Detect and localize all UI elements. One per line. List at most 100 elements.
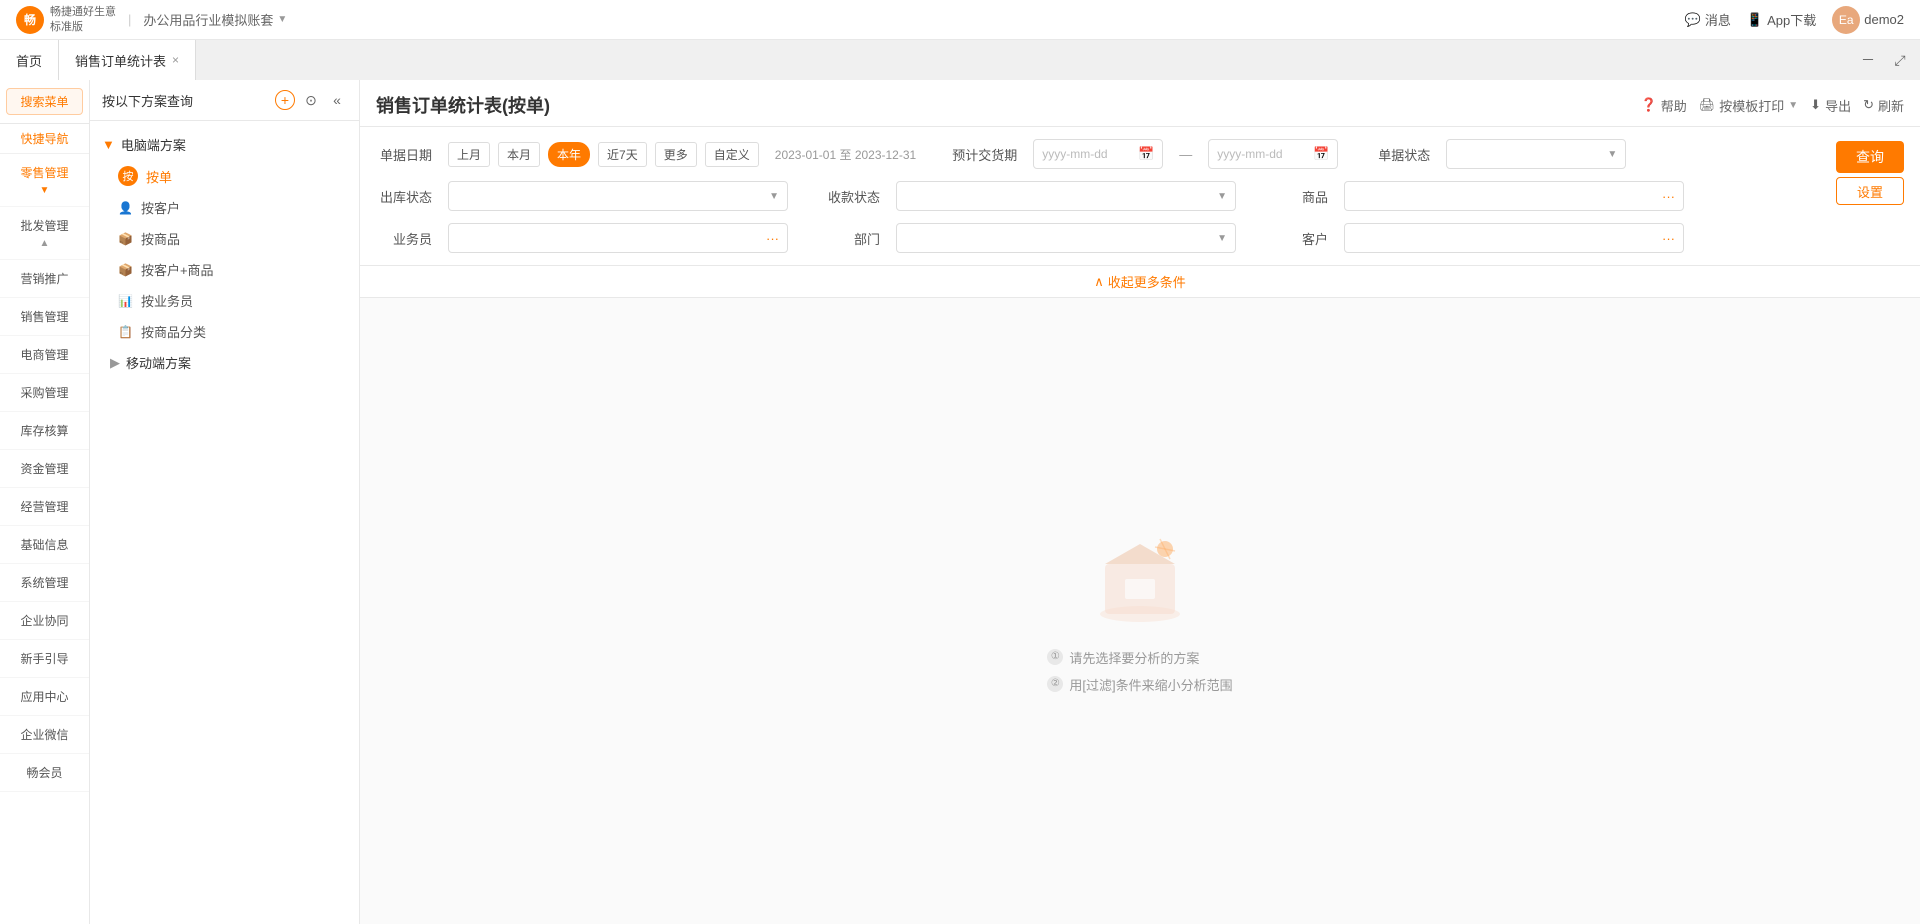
biz-label: 业务员 (376, 229, 432, 248)
sidebar-guide-label: 新手引导 (20, 650, 68, 667)
sidebar-item-finance[interactable]: 资金管理 (0, 450, 89, 488)
tree-group-mobile-header[interactable]: ▶ 移动端方案 (90, 347, 359, 378)
schema-settings-button[interactable]: ⊙ (301, 90, 321, 110)
tab-expand-button[interactable]: ⤢ (1888, 48, 1912, 72)
goods-label: 商品 (1272, 187, 1328, 206)
sidebar-item-ecommerce[interactable]: 电商管理 (0, 336, 89, 374)
sidebar-item-system[interactable]: 系统管理 (0, 564, 89, 602)
breadcrumb-area[interactable]: 办公用品行业模拟账套 ▼ (143, 10, 287, 29)
sidebar-marketing-label: 营销推广 (20, 270, 68, 287)
right-content: 销售订单统计表(按单) ❓ 帮助 🖨 按模板打印 ▼ ⬇ 导出 ↻ 刷新 (360, 80, 1920, 924)
date-from-input[interactable]: yyyy-mm-dd 📅 (1033, 139, 1163, 169)
empty-hint-1: ① 请先选择要分析的方案 (1047, 648, 1232, 667)
sidebar-item-inventory[interactable]: 库存核算 (0, 412, 89, 450)
collect-status-label: 收款状态 (824, 187, 880, 206)
bill-status-arrow: ▼ (1607, 149, 1617, 160)
help-button[interactable]: ❓ 帮助 (1641, 96, 1687, 115)
empty-svg (1080, 529, 1200, 629)
tree-item-by-customer-label: 按客户 (141, 198, 180, 217)
empty-hint-2: ② 用[过滤]条件来缩小分析范围 (1047, 675, 1232, 694)
cust-input[interactable]: ··· (1344, 223, 1684, 253)
sidebar-search-area: 搜索菜单 (0, 80, 89, 124)
tab-sales-order-label: 销售订单统计表 (75, 51, 166, 70)
left-panel-collapse-button[interactable]: « (327, 90, 347, 110)
empty-area: ① 请先选择要分析的方案 ② 用[过滤]条件来缩小分析范围 (360, 298, 1920, 924)
sidebar-item-member[interactable]: 畅会员 (0, 754, 89, 792)
refresh-button[interactable]: ↻ 刷新 (1863, 96, 1904, 115)
date-btn-last-month[interactable]: 上月 (448, 142, 490, 167)
hint-num-2: ② (1047, 676, 1063, 692)
template-print-button[interactable]: 🖨 按模板打印 ▼ (1699, 96, 1798, 115)
sidebar-system-label: 系统管理 (20, 574, 68, 591)
goods-ellipsis[interactable]: ··· (1662, 189, 1675, 204)
sidebar-item-guide[interactable]: 新手引导 (0, 640, 89, 678)
sidebar-item-enterprise[interactable]: 企业协同 (0, 602, 89, 640)
out-status-label: 出库状态 (376, 187, 432, 206)
top-bar-left: 畅 畅捷通好生意 标准版 | 办公用品行业模拟账套 ▼ (16, 5, 287, 34)
customer-goods-icon: 📦 (118, 263, 133, 277)
date-btn-this-year[interactable]: 本年 (548, 142, 590, 167)
goods-input[interactable]: ··· (1344, 181, 1684, 211)
sidebar-quick-nav[interactable]: 快捷导航 (0, 124, 89, 154)
tree-item-active-badge: 按 (118, 166, 138, 186)
collect-status-select[interactable]: ▼ (896, 181, 1236, 211)
query-button[interactable]: 查询 (1836, 141, 1904, 173)
tree-item-by-salesman[interactable]: 📊 按业务员 (90, 285, 359, 316)
tab-close-icon[interactable]: × (172, 53, 179, 67)
biz-input[interactable]: ··· (448, 223, 788, 253)
sidebar-ecommerce-label: 电商管理 (20, 346, 68, 363)
sidebar-enterprise-label: 企业协同 (20, 612, 68, 629)
bill-status-select[interactable]: ▼ (1446, 139, 1626, 169)
sidebar-item-app-center[interactable]: 应用中心 (0, 678, 89, 716)
dept-select[interactable]: ▼ (896, 223, 1236, 253)
breadcrumb-arrow-icon[interactable]: ▼ (277, 14, 287, 25)
tree-group-mobile-label: 移动端方案 (126, 353, 191, 372)
tree-item-by-goods-label: 按商品 (141, 229, 180, 248)
sidebar-item-marketing[interactable]: 营销推广 (0, 260, 89, 298)
tree-group-pc-label: 电脑端方案 (121, 135, 186, 154)
tab-sales-order[interactable]: 销售订单统计表 × (59, 40, 196, 80)
sidebar-item-wechat[interactable]: 企业微信 (0, 716, 89, 754)
sidebar-item-basic-info[interactable]: 基础信息 (0, 526, 89, 564)
sidebar-item-purchase[interactable]: 采购管理 (0, 374, 89, 412)
out-status-select[interactable]: ▼ (448, 181, 788, 211)
add-schema-button[interactable]: + (275, 90, 295, 110)
main-layout: 搜索菜单 快捷导航 零售管理 ▼ 批发管理 ▲ 营销推广 销售管理 电商管理 采… (0, 80, 1920, 924)
tab-home[interactable]: 首页 (0, 40, 59, 80)
date-btn-more[interactable]: 更多 (655, 142, 697, 167)
message-button[interactable]: 💬 消息 (1685, 10, 1731, 29)
sidebar-app-center-label: 应用中心 (20, 688, 68, 705)
cust-ellipsis[interactable]: ··· (1662, 231, 1675, 246)
user-menu[interactable]: Ea demo2 (1832, 6, 1904, 34)
tree-item-by-category[interactable]: 📋 按商品分类 (90, 316, 359, 347)
date-btn-7days[interactable]: 近7天 (598, 142, 647, 167)
sidebar-item-sales[interactable]: 销售管理 (0, 298, 89, 336)
sidebar-retail-arrow: ▼ (40, 185, 50, 196)
sidebar-basic-info-label: 基础信息 (20, 536, 68, 553)
date-to-input[interactable]: yyyy-mm-dd 📅 (1208, 139, 1338, 169)
tree-group-pc-header[interactable]: ▼ 电脑端方案 (90, 129, 359, 160)
top-bar: 畅 畅捷通好生意 标准版 | 办公用品行业模拟账套 ▼ 💬 消息 📱 App下载… (0, 0, 1920, 40)
sidebar-search-button[interactable]: 搜索菜单 (6, 88, 83, 115)
query-buttons: 查询 设置 (1836, 141, 1904, 205)
sidebar-item-wholesale[interactable]: 批发管理 ▲ (0, 207, 89, 260)
export-button[interactable]: ⬇ 导出 (1810, 96, 1851, 115)
tree-item-by-customer-goods-label: 按客户+商品 (141, 260, 214, 279)
tree-item-by-order[interactable]: 按 按单 (90, 160, 359, 192)
settings-button[interactable]: 设置 (1836, 177, 1904, 205)
tree-item-by-customer[interactable]: 👤 按客户 (90, 192, 359, 223)
tab-minimize-button[interactable]: － (1856, 48, 1880, 72)
date-btn-custom[interactable]: 自定义 (705, 142, 759, 167)
sidebar-item-operations[interactable]: 经营管理 (0, 488, 89, 526)
date-btn-this-month[interactable]: 本月 (498, 142, 540, 167)
tree-item-by-customer-goods[interactable]: 📦 按客户+商品 (90, 254, 359, 285)
tree-group-pc-arrow: ▼ (102, 137, 115, 152)
avatar: Ea (1832, 6, 1860, 34)
sidebar-wholesale-arrow: ▲ (40, 238, 50, 249)
sidebar-item-retail[interactable]: 零售管理 ▼ (0, 154, 89, 207)
app-download-button[interactable]: 📱 App下载 (1747, 10, 1816, 29)
biz-ellipsis[interactable]: ··· (766, 231, 779, 246)
collapse-bar[interactable]: ∧ 收起更多条件 (360, 266, 1920, 298)
tab-bar-actions: － ⤢ (1856, 48, 1920, 72)
tree-item-by-goods[interactable]: 📦 按商品 (90, 223, 359, 254)
